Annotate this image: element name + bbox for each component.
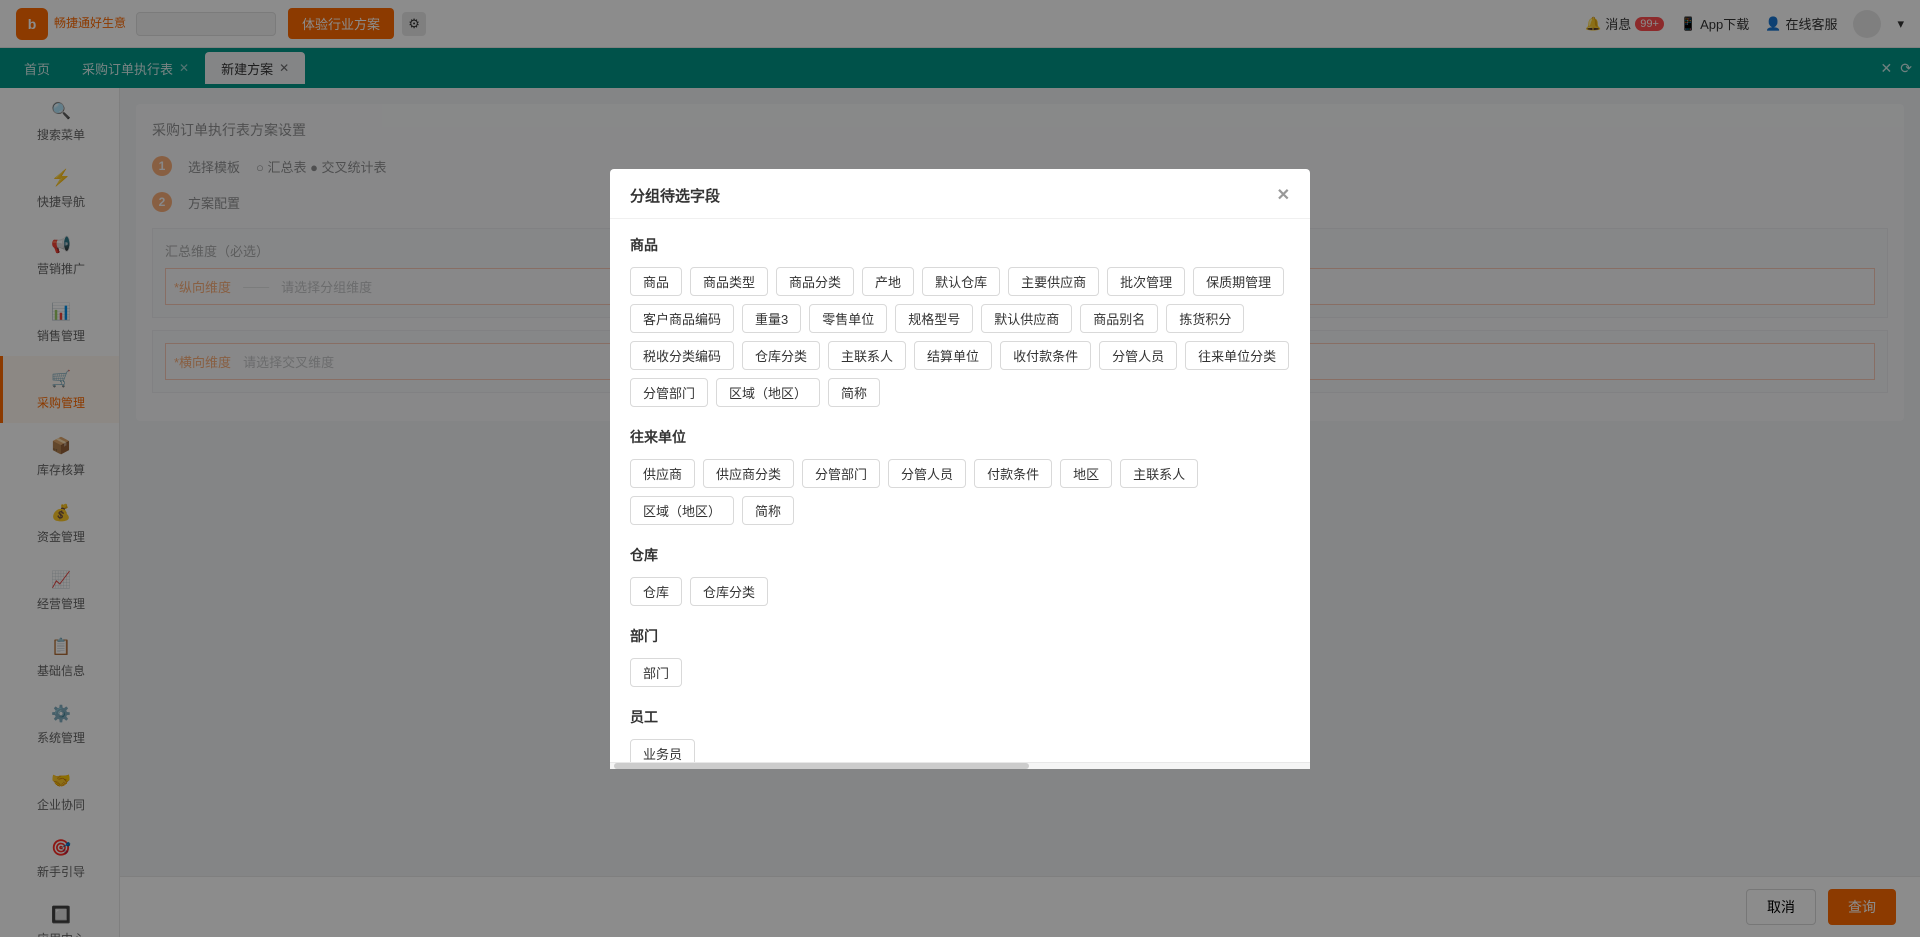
field-tag[interactable]: 保质期管理: [1193, 267, 1284, 296]
field-tag[interactable]: 重量3: [742, 304, 801, 333]
section-counterparty-tags: 供应商 供应商分类 分管部门 分管人员 付款条件 地区 主联系人 区域（地区） …: [630, 459, 1290, 525]
section-product-tags: 商品 商品类型 商品分类 产地 默认仓库 主要供应商 批次管理 保质期管理 客户…: [630, 267, 1290, 407]
field-tag[interactable]: 地区: [1060, 459, 1112, 488]
field-tag[interactable]: 结算单位: [914, 341, 992, 370]
modal-overlay: 分组待选字段 ✕ 商品 商品 商品类型 商品分类 产地 默认仓库 主要供应商 批…: [0, 0, 1920, 937]
field-tag[interactable]: 收付款条件: [1000, 341, 1091, 370]
field-tag[interactable]: 商品分类: [776, 267, 854, 296]
field-tag[interactable]: 主要供应商: [1008, 267, 1099, 296]
field-tag[interactable]: 产地: [862, 267, 914, 296]
section-warehouse-title: 仓库: [630, 545, 1290, 565]
field-tag[interactable]: 仓库分类: [690, 577, 768, 606]
section-employee-tags: 业务员: [630, 739, 1290, 762]
field-tag[interactable]: 税收分类编码: [630, 341, 734, 370]
field-tag[interactable]: 供应商: [630, 459, 695, 488]
field-tag[interactable]: 往来单位分类: [1185, 341, 1289, 370]
field-tag[interactable]: 主联系人: [828, 341, 906, 370]
modal-title: 分组待选字段: [630, 185, 720, 206]
field-tag[interactable]: 仓库分类: [742, 341, 820, 370]
field-tag[interactable]: 分管人员: [1099, 341, 1177, 370]
section-warehouse: 仓库 仓库 仓库分类: [630, 545, 1290, 606]
modal-scrollbar-thumb: [614, 763, 1029, 769]
field-tag[interactable]: 客户商品编码: [630, 304, 734, 333]
modal-close-button[interactable]: ✕: [1277, 185, 1290, 205]
field-tag[interactable]: 商品类型: [690, 267, 768, 296]
field-tag[interactable]: 主联系人: [1120, 459, 1198, 488]
field-tag[interactable]: 付款条件: [974, 459, 1052, 488]
field-tag[interactable]: 区域（地区）: [716, 378, 820, 407]
field-tag[interactable]: 分管部门: [630, 378, 708, 407]
section-counterparty-title: 往来单位: [630, 427, 1290, 447]
field-tag[interactable]: 分管人员: [888, 459, 966, 488]
field-tag[interactable]: 仓库: [630, 577, 682, 606]
section-department-tags: 部门: [630, 658, 1290, 687]
field-tag[interactable]: 部门: [630, 658, 682, 687]
field-tag[interactable]: 商品别名: [1080, 304, 1158, 333]
field-tag[interactable]: 默认供应商: [981, 304, 1072, 333]
section-employee: 员工 业务员: [630, 707, 1290, 762]
field-tag[interactable]: 批次管理: [1107, 267, 1185, 296]
section-department: 部门 部门: [630, 626, 1290, 687]
field-tag[interactable]: 默认仓库: [922, 267, 1000, 296]
section-counterparty: 往来单位 供应商 供应商分类 分管部门 分管人员 付款条件 地区 主联系人 区域…: [630, 427, 1290, 525]
modal-body: 商品 商品 商品类型 商品分类 产地 默认仓库 主要供应商 批次管理 保质期管理…: [610, 219, 1310, 762]
section-employee-title: 员工: [630, 707, 1290, 727]
field-tag[interactable]: 分管部门: [802, 459, 880, 488]
field-tag[interactable]: 简称: [828, 378, 880, 407]
section-department-title: 部门: [630, 626, 1290, 646]
field-tag[interactable]: 供应商分类: [703, 459, 794, 488]
field-tag[interactable]: 业务员: [630, 739, 695, 762]
section-product-title: 商品: [630, 235, 1290, 255]
section-warehouse-tags: 仓库 仓库分类: [630, 577, 1290, 606]
field-tag[interactable]: 简称: [742, 496, 794, 525]
modal-horizontal-scrollbar[interactable]: [610, 762, 1310, 769]
field-tag[interactable]: 规格型号: [895, 304, 973, 333]
field-tag[interactable]: 零售单位: [809, 304, 887, 333]
modal-header: 分组待选字段 ✕: [610, 169, 1310, 219]
section-product: 商品 商品 商品类型 商品分类 产地 默认仓库 主要供应商 批次管理 保质期管理…: [630, 235, 1290, 407]
field-tag[interactable]: 商品: [630, 267, 682, 296]
field-tag[interactable]: 拣货积分: [1166, 304, 1244, 333]
field-selection-modal: 分组待选字段 ✕ 商品 商品 商品类型 商品分类 产地 默认仓库 主要供应商 批…: [610, 169, 1310, 769]
field-tag[interactable]: 区域（地区）: [630, 496, 734, 525]
